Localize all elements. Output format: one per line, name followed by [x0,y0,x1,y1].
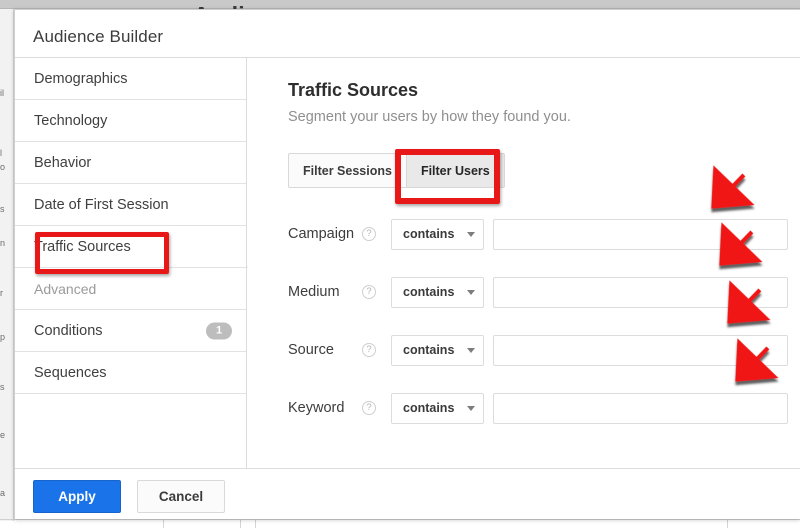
operator-value: contains [403,401,455,415]
audience-builder-dialog: Audience Builder Demographics Technology… [14,9,800,519]
sidebar-section-label: Advanced [34,281,97,297]
operator-value: contains [403,285,455,299]
operator-value: contains [403,227,455,241]
background-left-strip [0,9,14,521]
sidebar-item-traffic-sources[interactable]: Traffic Sources [15,226,246,268]
sidebar-item-behavior[interactable]: Behavior [15,142,246,184]
tab-label: Filter Sessions [303,164,392,178]
background-strip-text: p [0,332,6,342]
sidebar-item-sequences[interactable]: Sequences [15,352,246,394]
tab-label: Filter Users [420,164,490,178]
background-strip-text: s [0,204,5,214]
sidebar-item-conditions[interactable]: Conditions 1 [15,310,246,352]
background-strip-text: l [0,148,2,158]
background-topbar [0,0,800,9]
dialog-title: Audience Builder [33,27,164,46]
sidebar-item-label: Date of First Session [34,197,169,213]
background-strip-text: il [0,88,4,98]
dialog-main-panel: Traffic Sources Segment your users by ho… [248,58,800,468]
chevron-down-icon [467,347,475,353]
value-input-source[interactable] [493,334,788,366]
operator-select-medium[interactable]: contains [391,276,484,308]
tab-filter-users[interactable]: Filter Users [405,153,505,188]
sidebar-item-label: Technology [34,113,108,129]
background-strip-text: n [0,238,6,248]
background-cell-divider [727,519,728,528]
sidebar-item-demographics[interactable]: Demographics [15,58,246,100]
filter-label-keyword: Keyword [288,400,345,416]
operator-select-keyword[interactable]: contains [391,392,484,424]
background-strip-text: o [0,162,6,172]
chevron-down-icon [467,405,475,411]
background-strip-text: r [0,288,3,298]
background-strip-text: e [0,430,6,440]
filter-row-medium: Medium ? contains [288,276,788,308]
background-strip-text: s [0,382,5,392]
value-input-medium[interactable] [493,276,788,308]
screenshot-root: Audiences il l o s n r p s e a Audience … [0,0,800,528]
filter-row-source: Source ? contains [288,334,788,366]
operator-select-campaign[interactable]: contains [391,218,484,250]
tab-filter-sessions[interactable]: Filter Sessions [288,153,406,188]
apply-button[interactable]: Apply [33,480,121,513]
cancel-button[interactable]: Cancel [137,480,225,513]
chevron-down-icon [467,231,475,237]
background-strip-text: a [0,488,6,498]
sidebar-item-label: Behavior [34,155,92,171]
filter-scope-tabs: Filter Sessions Filter Users [288,153,505,188]
panel-subtitle: Segment your users by how they found you… [288,109,571,125]
dialog-footer: Apply Cancel [15,468,800,519]
panel-title: Traffic Sources [288,80,419,100]
sidebar-item-label: Sequences [34,365,107,381]
filter-label-campaign: Campaign [288,226,355,242]
value-input-campaign[interactable] [493,218,788,250]
help-icon[interactable]: ? [362,401,376,415]
value-input-keyword[interactable] [493,392,788,424]
background-bottom-rule [0,519,800,520]
sidebar-item-technology[interactable]: Technology [15,100,246,142]
filter-label-medium: Medium [288,284,340,300]
filter-row-keyword: Keyword ? contains [288,392,788,424]
help-icon[interactable]: ? [362,285,376,299]
sidebar-item-label: Traffic Sources [34,239,131,255]
background-cell-divider [240,519,241,528]
help-icon[interactable]: ? [362,227,376,241]
sidebar-item-date-of-first-session[interactable]: Date of First Session [15,184,246,226]
filter-row-campaign: Campaign ? contains [288,218,788,250]
background-cell-divider [163,519,164,528]
sidebar-item-label: Conditions [34,323,103,339]
operator-select-source[interactable]: contains [391,334,484,366]
dialog-sidebar: Demographics Technology Behavior Date of… [15,58,247,468]
chevron-down-icon [467,289,475,295]
sidebar-item-label: Demographics [34,71,128,87]
filter-label-source: Source [288,342,334,358]
operator-value: contains [403,343,455,357]
conditions-count-badge: 1 [206,322,232,339]
background-cell-divider [255,519,256,528]
help-icon[interactable]: ? [362,343,376,357]
sidebar-section-advanced: Advanced [15,268,246,310]
